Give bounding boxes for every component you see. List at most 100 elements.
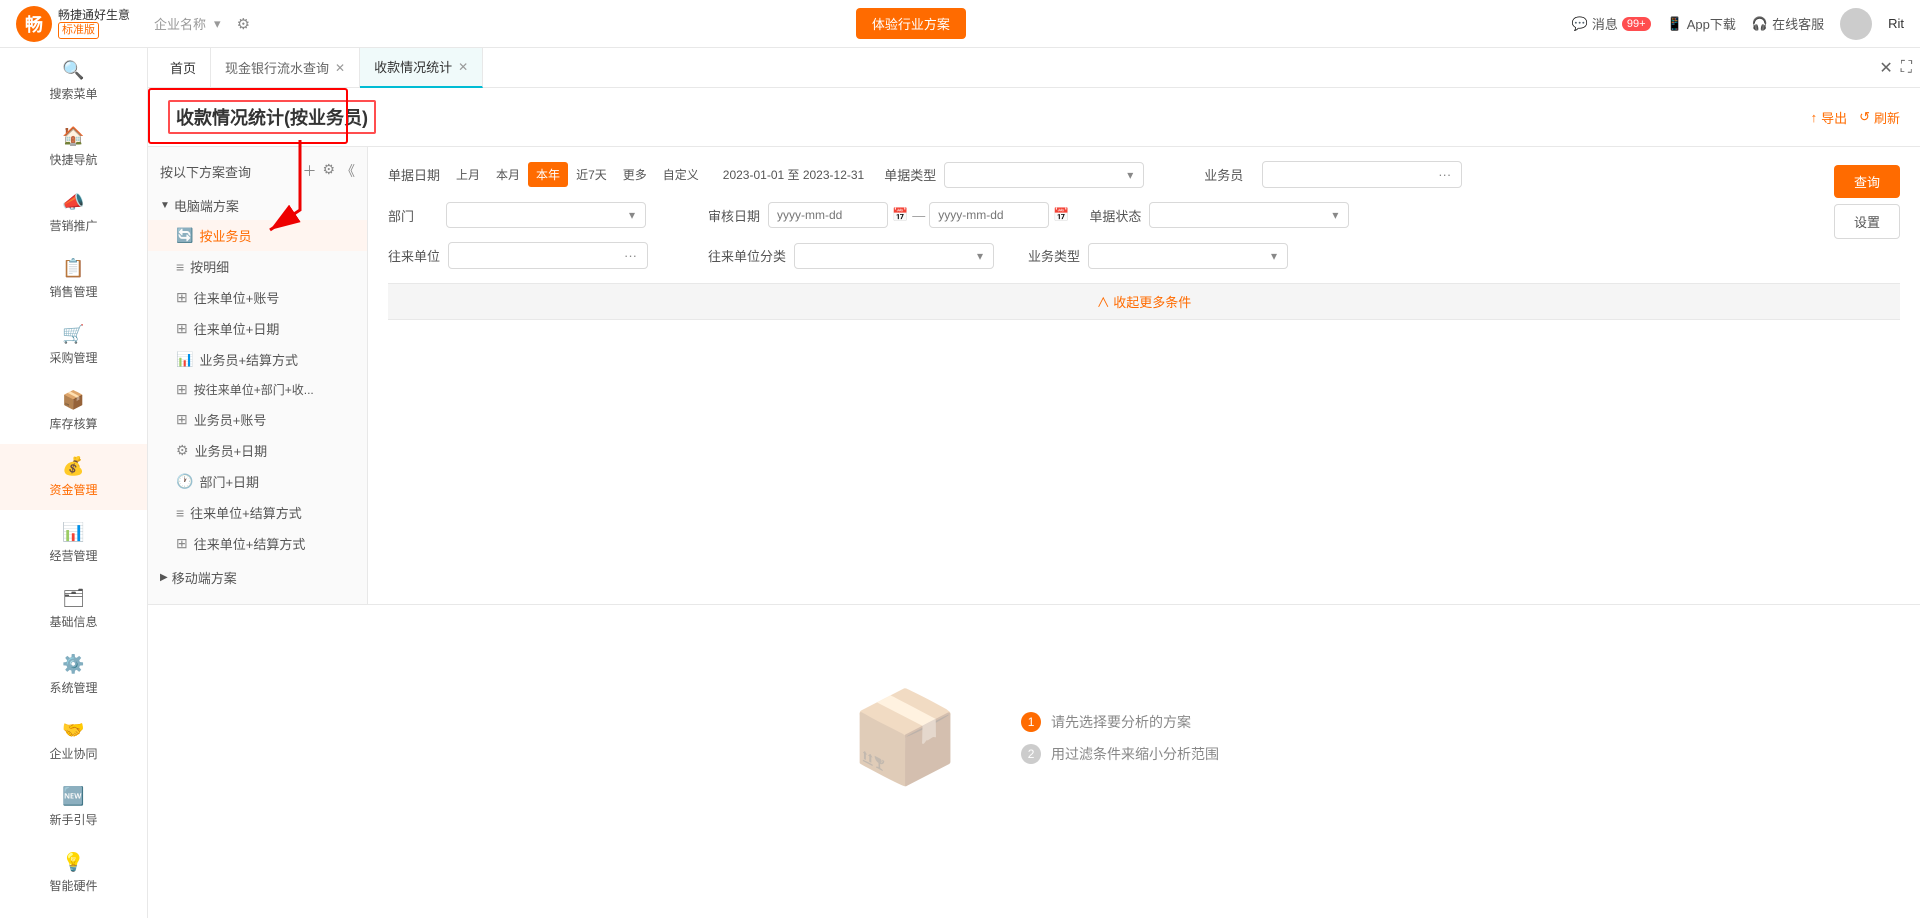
- scheme-item-salesperson-date[interactable]: ⚙ 业务员+日期: [148, 435, 367, 466]
- empty-step-2: 2 用过滤条件来缩小分析范围: [1021, 744, 1219, 764]
- sidebar-item-inventory[interactable]: 📦 库存核算: [0, 378, 147, 444]
- partner-category-select[interactable]: ▾: [794, 243, 994, 269]
- sidebar-item-finance[interactable]: 💰 资金管理: [0, 444, 147, 510]
- sidebar-item-marketing[interactable]: 📣 营销推广: [0, 180, 147, 246]
- page-actions: ↑ 导出 ↺ 刷新: [1811, 108, 1900, 127]
- scheme-item-by-salesperson[interactable]: 🔄 按业务员: [148, 220, 367, 251]
- close-window-icon[interactable]: ✕: [1879, 58, 1892, 78]
- sidebar-label-corp-coop: 企业协同: [49, 745, 97, 762]
- scheme-item-salesperson-account[interactable]: ⊞ 业务员+账号: [148, 404, 367, 435]
- scheme-item-by-detail[interactable]: ≡ 按明细: [148, 251, 367, 282]
- gear-icon[interactable]: ⚙: [237, 15, 250, 33]
- date-btn-this-year[interactable]: 本年: [528, 162, 568, 187]
- doc-status-select[interactable]: ▾: [1149, 202, 1349, 228]
- search-icon: 🔍: [62, 60, 84, 81]
- partner-more-icon[interactable]: ···: [624, 248, 637, 263]
- filter-row-2: 部门 ▾ 审核日期: [388, 202, 1818, 228]
- review-date-to-input[interactable]: [929, 202, 1049, 228]
- top-bar-right: 💬 消息 99+ 📱 App下载 🎧 在线客服 Rit: [1572, 8, 1904, 40]
- sidebar-item-search-menu[interactable]: 🔍 搜索菜单: [0, 48, 147, 114]
- app-download-item[interactable]: 📱 App下载: [1667, 14, 1736, 33]
- tab-bank-flow-close-icon[interactable]: ✕: [335, 61, 345, 75]
- date-btn-this-month[interactable]: 本月: [488, 162, 528, 187]
- refresh-btn[interactable]: ↺ 刷新: [1859, 108, 1900, 127]
- calendar-from-icon[interactable]: 📅: [892, 207, 908, 223]
- inventory-icon: 📦: [62, 390, 84, 411]
- scheme-group-desktop-header[interactable]: ▼ 电脑端方案: [148, 191, 367, 220]
- service-icon: 🎧: [1752, 16, 1768, 32]
- scheme-icon-unit-account: ⊞: [176, 289, 188, 306]
- biz-type-select[interactable]: ▾: [1088, 243, 1288, 269]
- salesperson-more-icon[interactable]: ···: [1438, 167, 1451, 182]
- scheme-settings-icon[interactable]: ⚙: [322, 161, 335, 181]
- date-label: 单据日期: [388, 165, 440, 184]
- date-field: 单据日期 上月 本月 本年 近7天 更多 自定义: [388, 162, 864, 187]
- try-industry-btn[interactable]: 体验行业方案: [856, 8, 966, 39]
- tab-home[interactable]: 首页: [156, 48, 211, 88]
- doc-type-select[interactable]: ▾: [944, 162, 1144, 188]
- scheme-item-unit-account[interactable]: ⊞ 往来单位+账号: [148, 282, 367, 313]
- collapse-bar[interactable]: ∧ 收起更多条件: [388, 283, 1900, 320]
- sidebar-item-operations[interactable]: 📊 经营管理: [0, 510, 147, 576]
- scheme-label-salesperson-date: 业务员+日期: [195, 441, 268, 460]
- date-btn-last-7days[interactable]: 近7天: [568, 162, 615, 187]
- partner-field: 往来单位 ···: [388, 242, 688, 269]
- user-avatar[interactable]: [1840, 8, 1872, 40]
- system-icon: ⚙️: [62, 654, 84, 675]
- online-service-item[interactable]: 🎧 在线客服: [1752, 14, 1824, 33]
- doc-status-chevron-icon: ▾: [1332, 208, 1338, 222]
- scheme-item-unit-method2[interactable]: ⊞ 往来单位+结算方式: [148, 528, 367, 559]
- empty-illustration: 📦: [849, 685, 961, 790]
- scheme-label-unit-method2: 往来单位+结算方式: [194, 534, 306, 553]
- sidebar-label-smart-hw: 智能硬件: [49, 877, 97, 894]
- step-num-2: 2: [1021, 744, 1041, 764]
- date-btn-custom[interactable]: 自定义: [655, 162, 707, 187]
- scheme-item-unit-method1[interactable]: ≡ 往来单位+结算方式: [148, 497, 367, 528]
- dept-select[interactable]: ▾: [446, 202, 646, 228]
- export-btn[interactable]: ↑ 导出: [1811, 108, 1848, 127]
- sidebar-item-quick-nav[interactable]: 🏠 快捷导航: [0, 114, 147, 180]
- refresh-label: 刷新: [1874, 108, 1900, 127]
- sidebar-item-corp-wechat[interactable]: 💬 企业微信: [0, 906, 147, 918]
- sidebar-item-purchase[interactable]: 🛒 采购管理: [0, 312, 147, 378]
- maximize-window-icon[interactable]: ⛶: [1901, 59, 1912, 77]
- empty-steps: 1 请先选择要分析的方案 2 用过滤条件来缩小分析范围: [1021, 712, 1219, 764]
- sidebar-label-marketing: 营销推广: [49, 217, 97, 234]
- settings-button[interactable]: 设置: [1834, 204, 1900, 239]
- query-button[interactable]: 查询: [1834, 165, 1900, 198]
- logo-icon: 畅: [16, 6, 52, 42]
- add-scheme-icon[interactable]: ＋: [302, 161, 316, 181]
- scheme-group-mobile: ▶ 移动端方案: [148, 563, 367, 592]
- scheme-label-unit-dept: 按往来单位+部门+收...: [194, 381, 314, 398]
- sidebar-item-corp-coop[interactable]: 🤝 企业协同: [0, 708, 147, 774]
- schemes-panel: 按以下方案查询 ＋ ⚙ 《 ▼ 电脑端方案: [148, 147, 368, 604]
- review-date-label: 审核日期: [708, 206, 760, 225]
- search-panel: 按以下方案查询 ＋ ⚙ 《 ▼ 电脑端方案: [148, 147, 1920, 605]
- review-date-from-input[interactable]: [768, 202, 888, 228]
- date-btn-more[interactable]: 更多: [615, 162, 655, 187]
- partner-select[interactable]: ···: [448, 242, 648, 269]
- scheme-group-mobile-header[interactable]: ▶ 移动端方案: [148, 563, 367, 592]
- workspace-name: 企业名称: [154, 14, 206, 33]
- scheme-item-unit-dept[interactable]: ⊞ 按往来单位+部门+收...: [148, 375, 367, 404]
- sidebar-item-basic-info[interactable]: 🗂 基础信息: [0, 576, 147, 642]
- scheme-collapse-icon[interactable]: 《: [341, 161, 355, 181]
- salesperson-select[interactable]: ···: [1262, 161, 1462, 188]
- scheme-item-salesperson-method[interactable]: 📊 业务员+结算方式: [148, 344, 367, 375]
- filter-row-3: 往来单位 ··· 往来单位分类: [388, 242, 1818, 269]
- guide-icon: 🆕: [62, 786, 84, 807]
- calendar-to-icon[interactable]: 📅: [1053, 207, 1069, 223]
- messages-item[interactable]: 💬 消息 99+: [1572, 14, 1651, 33]
- sidebar-item-sales[interactable]: 📋 销售管理: [0, 246, 147, 312]
- scheme-item-unit-date[interactable]: ⊞ 往来单位+日期: [148, 313, 367, 344]
- sidebar-label-quick-nav: 快捷导航: [49, 151, 97, 168]
- date-btn-last-month[interactable]: 上月: [448, 162, 488, 187]
- tab-bank-flow[interactable]: 现金银行流水查询 ✕: [211, 48, 360, 88]
- tab-receipt-stat[interactable]: 收款情况统计 ✕: [360, 48, 483, 88]
- tab-receipt-stat-close-icon[interactable]: ✕: [458, 60, 468, 74]
- workspace-arrow-icon[interactable]: ▾: [214, 16, 221, 32]
- sidebar-item-guide[interactable]: 🆕 新手引导: [0, 774, 147, 840]
- sidebar-item-smart-hw[interactable]: 💡 智能硬件: [0, 840, 147, 906]
- sidebar-item-system[interactable]: ⚙️ 系统管理: [0, 642, 147, 708]
- scheme-item-dept-date[interactable]: 🕐 部门+日期: [148, 466, 367, 497]
